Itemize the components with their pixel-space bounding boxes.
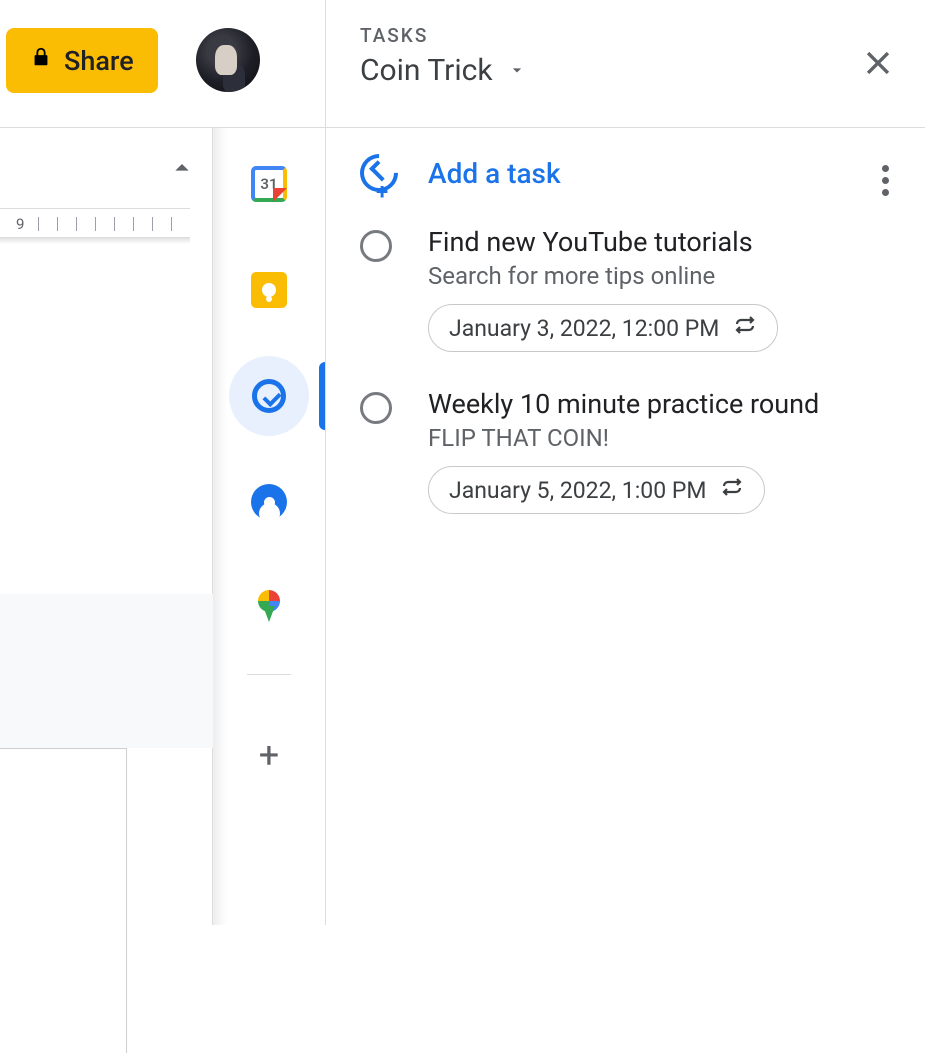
task-title: Find new YouTube tutorials bbox=[428, 226, 778, 258]
task-subtitle: FLIP THAT COIN! bbox=[428, 424, 819, 452]
task-title: Weekly 10 minute practice round bbox=[428, 388, 819, 420]
repeat-icon bbox=[720, 475, 744, 505]
repeat-icon bbox=[733, 313, 757, 343]
document-strip: 9 bbox=[0, 128, 213, 925]
keep-icon[interactable] bbox=[249, 270, 289, 310]
task-date-label: January 3, 2022, 12:00 PM bbox=[449, 315, 719, 342]
more-options-icon[interactable] bbox=[882, 160, 889, 201]
ruler-number: 9 bbox=[16, 215, 24, 233]
task-list-picker[interactable]: Coin Trick bbox=[360, 53, 891, 88]
task-complete-toggle[interactable] bbox=[360, 230, 392, 262]
task-complete-toggle[interactable] bbox=[360, 392, 392, 424]
task-subtitle: Search for more tips online bbox=[428, 262, 778, 290]
share-button[interactable]: Share bbox=[6, 28, 158, 93]
add-addon-icon[interactable]: + bbox=[249, 735, 289, 775]
tasks-header: TASKS Coin Trick bbox=[326, 0, 925, 128]
add-task-icon[interactable] bbox=[352, 146, 406, 200]
contacts-icon[interactable] bbox=[249, 482, 289, 522]
task-date-label: January 5, 2022, 1:00 PM bbox=[449, 477, 706, 504]
task-date-chip[interactable]: January 3, 2022, 12:00 PM bbox=[428, 304, 778, 352]
task-date-chip[interactable]: January 5, 2022, 1:00 PM bbox=[428, 466, 765, 514]
document-page[interactable] bbox=[0, 748, 127, 1053]
maps-icon[interactable] bbox=[249, 588, 289, 628]
close-icon[interactable] bbox=[861, 46, 895, 84]
topbar-left: Share bbox=[0, 0, 325, 128]
account-avatar[interactable] bbox=[196, 28, 260, 92]
tasks-panel: TASKS Coin Trick Add a task Find new You… bbox=[325, 0, 925, 925]
lock-icon bbox=[30, 44, 52, 77]
task-list-name: Coin Trick bbox=[360, 53, 493, 88]
ruler-ticks bbox=[38, 217, 190, 231]
add-task-label[interactable]: Add a task bbox=[428, 157, 561, 190]
add-task-row: Add a task bbox=[326, 128, 925, 218]
document-page[interactable] bbox=[0, 244, 190, 594]
chevron-down-icon bbox=[507, 53, 527, 88]
share-label: Share bbox=[64, 45, 134, 77]
tasks-icon[interactable] bbox=[229, 356, 309, 436]
tasks-eyebrow: TASKS bbox=[360, 24, 891, 47]
calendar-icon[interactable] bbox=[249, 164, 289, 204]
task-item[interactable]: Weekly 10 minute practice round FLIP THA… bbox=[326, 380, 925, 542]
task-item[interactable]: Find new YouTube tutorials Search for mo… bbox=[326, 218, 925, 380]
rail-divider bbox=[247, 674, 291, 675]
side-panel-rail: + bbox=[213, 128, 325, 925]
collapse-chevron-icon[interactable] bbox=[166, 152, 198, 188]
ruler: 9 bbox=[0, 208, 190, 238]
